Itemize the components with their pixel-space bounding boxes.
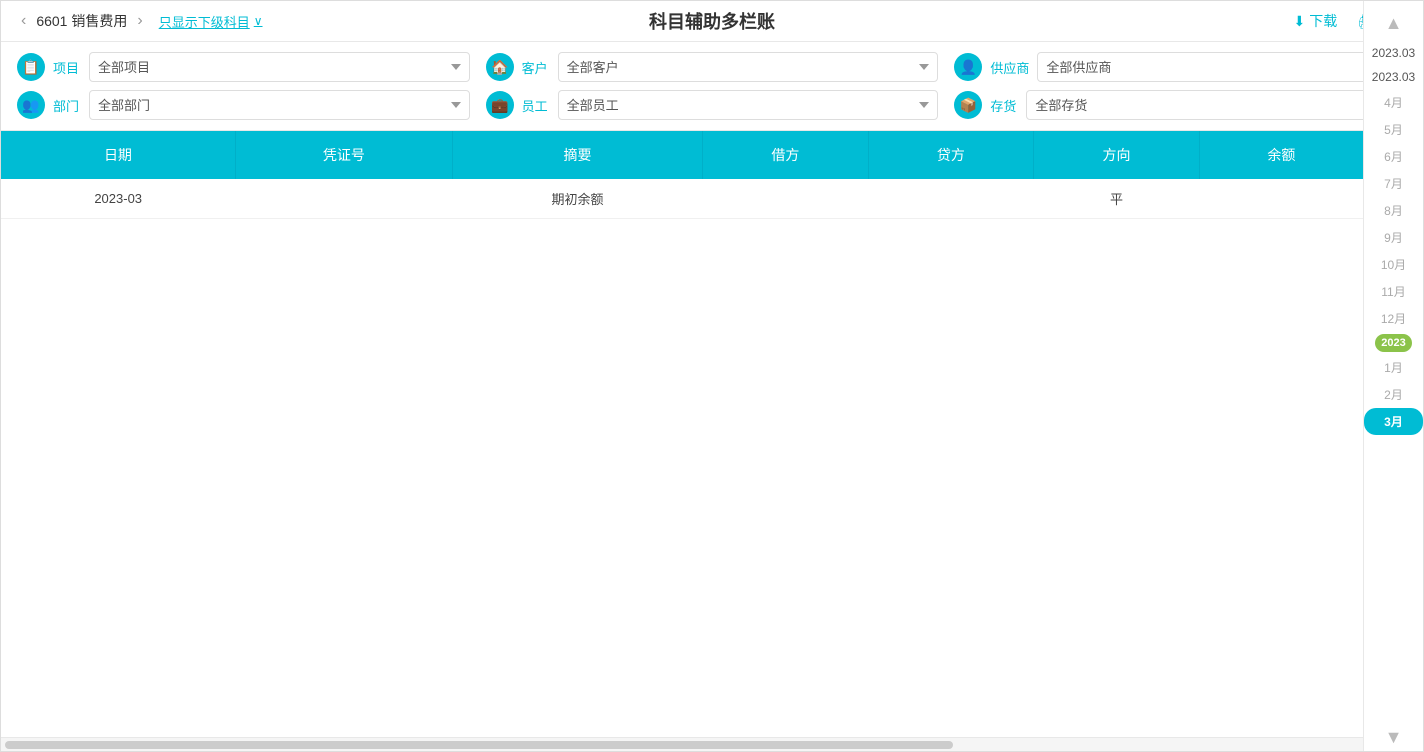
filter-row-customer: 🏠 客户 全部客户 <box>486 52 939 82</box>
scrollbar-thumb[interactable] <box>5 741 953 749</box>
col-date: 日期 <box>1 131 235 179</box>
sidebar-month-item[interactable]: 2023.03 <box>1364 65 1423 89</box>
supplier-label: 供应商 <box>990 58 1029 77</box>
inventory-label: 存货 <box>990 96 1018 115</box>
col-summary: 摘要 <box>452 131 702 179</box>
main-content: 日期 凭证号 摘要 借方 贷方 方向 余额 2023-03 期初余额 <box>1 131 1363 751</box>
top-bar: ‹ 6601 销售费用 › 只显示下级科目 ∨ 科目辅助多栏账 ⬇ 下载 🖨 打… <box>1 1 1423 42</box>
department-icon: 👥 <box>17 91 45 119</box>
sidebar-year-badge[interactable]: 2023 <box>1375 334 1411 352</box>
sidebar-month-item[interactable]: 2023.03 <box>1364 41 1423 65</box>
download-button[interactable]: ⬇ 下载 <box>1293 11 1337 31</box>
cell-date: 2023-03 <box>1 179 235 219</box>
inventory-icon: 📦 <box>954 91 982 119</box>
table-wrapper: 日期 凭证号 摘要 借方 贷方 方向 余额 2023-03 期初余额 <box>1 131 1363 737</box>
sidebar-up-button[interactable]: ▲ <box>1380 9 1408 37</box>
col-debit: 借方 <box>703 131 869 179</box>
cell-direction: 平 <box>1034 179 1200 219</box>
employee-filter[interactable]: 全部员工 <box>558 90 939 120</box>
right-sidebar: ▲ 2023.03 2023.03 4月 5月 6月 7月 8月 9月 10月 … <box>1363 1 1423 751</box>
filter-row-project: 📋 项目 全部项目 <box>17 52 470 82</box>
supplier-filter[interactable]: 全部供应商 <box>1037 52 1407 82</box>
sidebar-months: 2023.03 2023.03 4月 5月 6月 7月 8月 9月 10月 11… <box>1364 37 1423 723</box>
filter-area: 📋 项目 全部项目 🏠 客户 全部客户 👤 供应商 全部供应商 👥 部门 全 <box>1 42 1423 131</box>
col-direction: 方向 <box>1034 131 1200 179</box>
sidebar-month-item[interactable]: 9月 <box>1364 224 1423 251</box>
project-icon: 📋 <box>17 53 45 81</box>
filter-row-department: 👥 部门 全部部门 <box>17 90 470 120</box>
department-label: 部门 <box>53 96 81 115</box>
customer-filter[interactable]: 全部客户 <box>558 52 939 82</box>
sidebar-month-item[interactable]: 12月 <box>1364 305 1423 332</box>
sidebar-month-active[interactable]: 3月 <box>1364 408 1423 435</box>
cell-credit <box>868 179 1034 219</box>
sidebar-month-item[interactable]: 10月 <box>1364 251 1423 278</box>
only-sub-button[interactable]: 只显示下级科目 ∨ <box>159 12 263 31</box>
cell-summary: 期初余额 <box>452 179 702 219</box>
project-filter[interactable]: 全部项目 <box>89 52 470 82</box>
download-icon: ⬇ <box>1293 13 1305 30</box>
nav-next-button[interactable]: › <box>133 12 146 30</box>
chevron-down-icon: ∨ <box>254 14 263 28</box>
page-title: 科目辅助多栏账 <box>649 8 775 34</box>
nav-prev-button[interactable]: ‹ <box>17 12 30 30</box>
filter-row-inventory: 📦 存货 全部存货 <box>954 90 1407 120</box>
cell-debit <box>703 179 869 219</box>
sidebar-month-item[interactable]: 4月 <box>1364 89 1423 116</box>
sidebar-down-button[interactable]: ▼ <box>1380 723 1408 751</box>
cell-balance <box>1199 179 1363 219</box>
department-filter[interactable]: 全部部门 <box>89 90 470 120</box>
table-row[interactable]: 2023-03 期初余额 平 <box>1 179 1363 219</box>
only-sub-label: 只显示下级科目 <box>159 12 250 31</box>
col-voucher: 凭证号 <box>235 131 452 179</box>
filter-row-supplier: 👤 供应商 全部供应商 <box>954 52 1407 82</box>
col-credit: 贷方 <box>868 131 1034 179</box>
customer-label: 客户 <box>522 58 550 77</box>
sidebar-month-item[interactable]: 2月 <box>1364 381 1423 408</box>
sidebar-month-item[interactable]: 6月 <box>1364 143 1423 170</box>
main-window: ‹ 6601 销售费用 › 只显示下级科目 ∨ 科目辅助多栏账 ⬇ 下载 🖨 打… <box>0 0 1424 752</box>
horizontal-scrollbar[interactable] <box>1 737 1363 751</box>
ledger-table: 日期 凭证号 摘要 借方 贷方 方向 余额 2023-03 期初余额 <box>1 131 1363 219</box>
employee-label: 员工 <box>522 96 550 115</box>
customer-icon: 🏠 <box>486 53 514 81</box>
filter-row-employee: 💼 员工 全部员工 <box>486 90 939 120</box>
employee-icon: 💼 <box>486 91 514 119</box>
cell-voucher <box>235 179 452 219</box>
inventory-filter[interactable]: 全部存货 <box>1026 90 1407 120</box>
col-balance: 余额 <box>1199 131 1363 179</box>
sidebar-month-item[interactable]: 5月 <box>1364 116 1423 143</box>
sidebar-month-item[interactable]: 1月 <box>1364 354 1423 381</box>
download-label: 下载 <box>1309 11 1337 31</box>
sidebar-month-item[interactable]: 8月 <box>1364 197 1423 224</box>
account-code-label: 6601 销售费用 <box>36 11 127 31</box>
project-label: 项目 <box>53 58 81 77</box>
supplier-icon: 👤 <box>954 53 982 81</box>
sidebar-month-item[interactable]: 7月 <box>1364 170 1423 197</box>
sidebar-month-item[interactable]: 11月 <box>1364 278 1423 305</box>
